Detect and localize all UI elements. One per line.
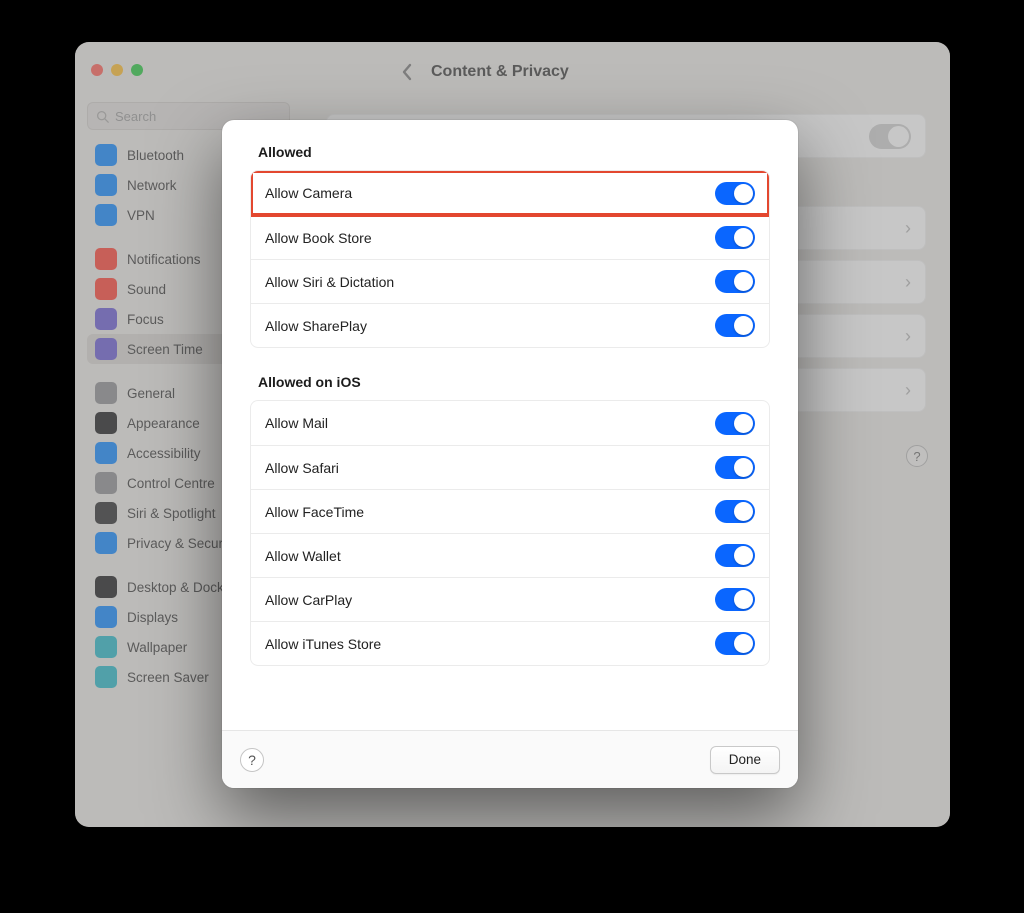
toggle-row-allow-wallet: Allow Wallet bbox=[251, 533, 769, 577]
toggle-row-allow-carplay: Allow CarPlay bbox=[251, 577, 769, 621]
toggle-switch-allow-book-store[interactable] bbox=[715, 226, 755, 249]
section-title-allowed-ios: Allowed on iOS bbox=[258, 374, 770, 390]
toggle-row-label: Allow Book Store bbox=[265, 230, 372, 246]
sheet-footer: ? Done bbox=[222, 730, 798, 788]
toggle-row-allow-mail: Allow Mail bbox=[251, 401, 769, 445]
sheet-help-button[interactable]: ? bbox=[240, 748, 264, 772]
toggle-row-label: Allow SharePlay bbox=[265, 318, 367, 334]
allowed-apps-sheet: Allowed Allow CameraAllow Book StoreAllo… bbox=[222, 120, 798, 788]
toggle-switch-allow-wallet[interactable] bbox=[715, 544, 755, 567]
toggle-switch-allow-facetime[interactable] bbox=[715, 500, 755, 523]
sheet-body: Allowed Allow CameraAllow Book StoreAllo… bbox=[222, 120, 798, 730]
toggle-switch-allow-camera[interactable] bbox=[715, 182, 755, 205]
section-title-allowed: Allowed bbox=[258, 144, 770, 160]
toggle-row-label: Allow FaceTime bbox=[265, 504, 364, 520]
toggle-row-allow-camera: Allow Camera bbox=[251, 171, 769, 215]
toggle-switch-allow-siri-dictation[interactable] bbox=[715, 270, 755, 293]
toggle-row-label: Allow Safari bbox=[265, 460, 339, 476]
allowed-list: Allow Camera Allow Book Store Allow Siri &… bbox=[250, 170, 770, 348]
toggle-row-label: Allow Siri & Dictation bbox=[265, 274, 394, 290]
toggle-row-label: Allow Camera bbox=[265, 185, 352, 201]
settings-window: Content & Privacy Search BluetoothNetwor… bbox=[75, 42, 950, 827]
toggle-row-allow-shareplay: Allow SharePlay bbox=[251, 303, 769, 347]
toggle-row-label: Allow CarPlay bbox=[265, 592, 352, 608]
toggle-row-allow-book-store: Allow Book Store bbox=[251, 215, 769, 259]
toggle-row-allow-facetime: Allow FaceTime bbox=[251, 489, 769, 533]
toggle-row-allow-siri-dictation: Allow Siri & Dictation bbox=[251, 259, 769, 303]
toggle-row-allow-safari: Allow Safari bbox=[251, 445, 769, 489]
done-button[interactable]: Done bbox=[710, 746, 780, 774]
allowed-ios-list: Allow Mail Allow Safari Allow FaceTime Allo… bbox=[250, 400, 770, 666]
toggle-row-label: Allow Mail bbox=[265, 415, 328, 431]
toggle-row-label: Allow iTunes Store bbox=[265, 636, 381, 652]
toggle-switch-allow-itunes-store[interactable] bbox=[715, 632, 755, 655]
toggle-row-allow-itunes-store: Allow iTunes Store bbox=[251, 621, 769, 665]
toggle-row-label: Allow Wallet bbox=[265, 548, 341, 564]
toggle-switch-allow-carplay[interactable] bbox=[715, 588, 755, 611]
toggle-switch-allow-safari[interactable] bbox=[715, 456, 755, 479]
toggle-switch-allow-mail[interactable] bbox=[715, 412, 755, 435]
toggle-switch-allow-shareplay[interactable] bbox=[715, 314, 755, 337]
